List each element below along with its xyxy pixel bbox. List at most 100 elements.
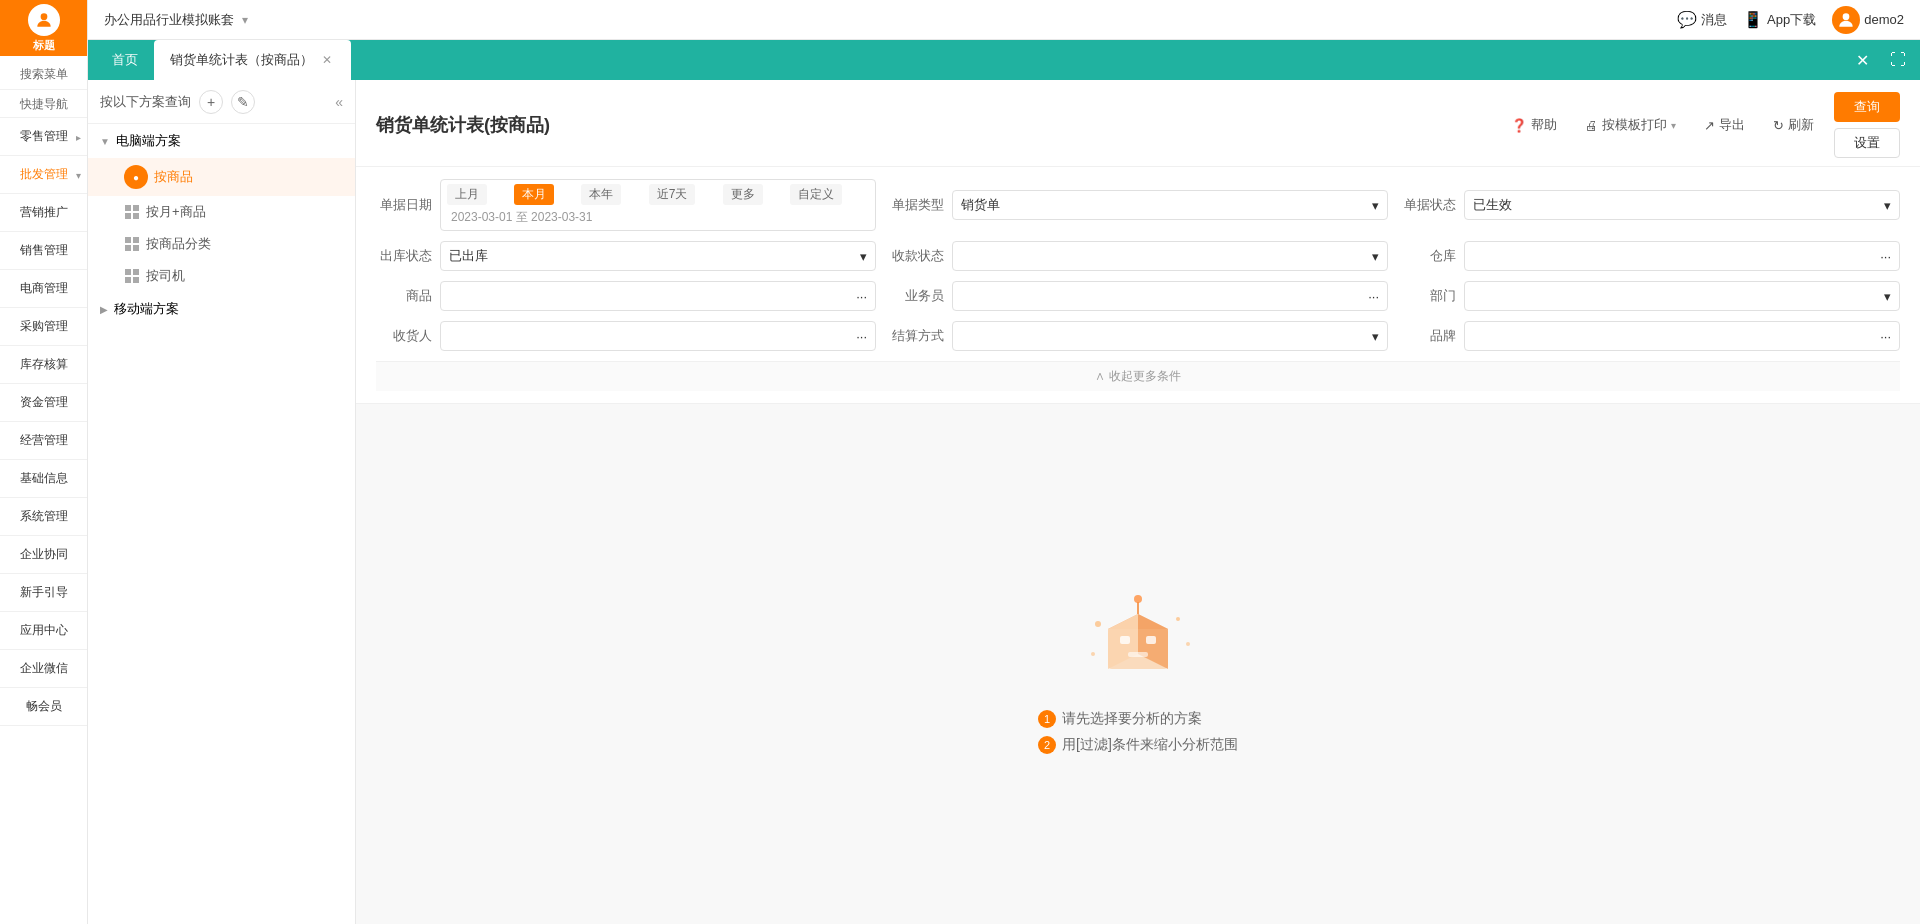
brand-input[interactable]: ··· <box>1464 321 1900 351</box>
date-this-year[interactable]: 本年 <box>581 184 621 205</box>
dots-icon4: ··· <box>856 329 867 344</box>
tree-mobile-expand-icon: ▶ <box>100 304 108 315</box>
close-window-button[interactable]: ✕ <box>1848 46 1876 74</box>
date-7days[interactable]: 近7天 <box>649 184 696 205</box>
salesman-label: 业务员 <box>888 287 944 305</box>
sidebar-item-purchase[interactable]: 采购管理 <box>0 308 87 346</box>
filter-row-4: 收货人 ··· 结算方式 ▾ 品牌 <box>376 321 1900 351</box>
sidebar-item-inventory[interactable]: 库存核算 <box>0 346 87 384</box>
page-title: 销货单统计表(按商品) <box>376 113 550 137</box>
chevron-down-icon: ▾ <box>1372 198 1379 213</box>
dept-label: 部门 <box>1400 287 1456 305</box>
svg-point-22 <box>1176 617 1180 621</box>
svg-point-24 <box>1091 652 1095 656</box>
help-button[interactable]: ❓ 帮助 <box>1503 112 1565 138</box>
tab-report[interactable]: 销货单统计表（按商品） ✕ <box>154 40 351 80</box>
maximize-window-button[interactable]: ⛶ <box>1884 46 1912 74</box>
tree-mobile-section[interactable]: ▶ 移动端方案 <box>88 292 355 326</box>
sidebar-item-enterprise[interactable]: 企业协同 <box>0 536 87 574</box>
svg-point-21 <box>1095 621 1101 627</box>
page-actions: ❓ 帮助 🖨 按模板打印 ▾ ↗ 导出 ↻ 刷新 <box>1503 92 1900 158</box>
empty-tip-2: 2 用[过滤]条件来缩小分析范围 <box>1038 736 1238 754</box>
sidebar-item-apps[interactable]: 应用中心 <box>0 612 87 650</box>
sidebar-item-search[interactable]: 搜索菜单 <box>0 56 87 90</box>
top-header: 办公用品行业模拟账套 ▾ 💬 消息 📱 App下载 demo2 <box>88 0 1920 40</box>
date-picker[interactable]: 上月 本月 本年 近7天 更多 自定义 2023-03-01 至 2023-03… <box>440 179 876 231</box>
product-input[interactable]: ··· <box>440 281 876 311</box>
tree-pc-section[interactable]: ▼ 电脑端方案 <box>88 124 355 158</box>
payment-status-selector[interactable]: ▾ <box>952 241 1388 271</box>
settlement-input[interactable]: ▾ <box>952 321 1388 351</box>
sidebar-item-member[interactable]: 畅会员 <box>0 688 87 726</box>
consignee-label: 收货人 <box>376 327 432 345</box>
tab-close-icon[interactable]: ✕ <box>319 52 335 68</box>
sidebar-item-quicknav[interactable]: 快捷导航 <box>0 90 87 118</box>
filter-doc-status-item: 单据状态 已生效 ▾ <box>1400 179 1900 231</box>
user-avatar[interactable]: demo2 <box>1832 6 1904 34</box>
scheme-icon-grid2 <box>124 236 140 252</box>
svg-point-23 <box>1186 642 1190 646</box>
filter-row-1: 单据日期 上月 本月 本年 近7天 更多 自定义 2023-03-01 至 20… <box>376 179 1900 231</box>
filter-row-2: 出库状态 已出库 ▾ 收款状态 ▾ 仓库 <box>376 241 1900 271</box>
export-button[interactable]: ↗ 导出 <box>1696 112 1753 138</box>
sidebar-item-wholesale[interactable]: 批发管理 ▾ <box>0 156 87 194</box>
date-label: 单据日期 <box>376 196 432 214</box>
workspace-selector[interactable]: 办公用品行业模拟账套 ▾ <box>104 11 248 29</box>
dept-input[interactable]: ▾ <box>1464 281 1900 311</box>
doc-status-selector[interactable]: 已生效 ▾ <box>1464 190 1900 220</box>
stock-status-selector[interactable]: 已出库 ▾ <box>440 241 876 271</box>
tab-home[interactable]: 首页 <box>96 40 154 80</box>
tree-item-by-product[interactable]: ● 按商品 <box>88 158 355 196</box>
date-this-month[interactable]: 本月 <box>514 184 554 205</box>
settings-button[interactable]: 设置 <box>1834 128 1900 158</box>
left-panel-header: 按以下方案查询 + ✎ « <box>88 80 355 124</box>
message-button[interactable]: 💬 消息 <box>1677 10 1727 29</box>
date-range-text: 2023-03-01 至 2023-03-31 <box>451 209 592 226</box>
salesman-input[interactable]: ··· <box>952 281 1388 311</box>
sidebar-item-guide[interactable]: 新手引导 <box>0 574 87 612</box>
query-button[interactable]: 查询 <box>1834 92 1900 122</box>
add-scheme-button[interactable]: + <box>199 90 223 114</box>
tree-item-by-category[interactable]: 按商品分类 <box>88 228 355 260</box>
consignee-input[interactable]: ··· <box>440 321 876 351</box>
sidebar-item-sales[interactable]: 销售管理 <box>0 232 87 270</box>
sidebar-item-ecommerce[interactable]: 电商管理 <box>0 270 87 308</box>
sidebar-item-system[interactable]: 系统管理 <box>0 498 87 536</box>
chevron-down-icon3: ▾ <box>860 249 867 264</box>
sidebar-item-retail[interactable]: 零售管理 ▸ <box>0 118 87 156</box>
logo-icon <box>28 4 60 36</box>
sidebar-item-finance[interactable]: 资金管理 <box>0 384 87 422</box>
print-button[interactable]: 🖨 按模板打印 ▾ <box>1577 112 1684 138</box>
refresh-button[interactable]: ↻ 刷新 <box>1765 112 1822 138</box>
warehouse-input[interactable]: ··· <box>1464 241 1900 271</box>
dots-icon: ··· <box>1880 249 1891 264</box>
sidebar-item-operation[interactable]: 经营管理 <box>0 422 87 460</box>
product-label: 商品 <box>376 287 432 305</box>
empty-tip-1: 1 请先选择要分析的方案 <box>1038 710 1238 728</box>
date-more[interactable]: 更多 <box>723 184 763 205</box>
collapse-panel-button[interactable]: « <box>335 94 343 110</box>
date-last-month[interactable]: 上月 <box>447 184 487 205</box>
refresh-icon: ↻ <box>1773 118 1784 133</box>
chevron-down-icon4: ▾ <box>1372 249 1379 264</box>
tree-expand-icon: ▼ <box>100 136 110 147</box>
svg-rect-20 <box>1128 652 1148 657</box>
doc-type-selector[interactable]: 销货单 ▾ <box>952 190 1388 220</box>
workspace-name: 办公用品行业模拟账套 <box>104 11 234 29</box>
svg-rect-18 <box>1120 636 1130 644</box>
sidebar-item-marketing[interactable]: 营销推广 <box>0 194 87 232</box>
sidebar: 标题 搜索菜单 快捷导航 零售管理 ▸ 批发管理 ▾ 营销推广 销售管理 电商管… <box>0 0 88 924</box>
workspace-dropdown-icon: ▾ <box>242 13 248 27</box>
collapse-filter-button[interactable]: ∧ 收起更多条件 <box>376 361 1900 391</box>
app-download-button[interactable]: 📱 App下载 <box>1743 10 1816 29</box>
edit-scheme-button[interactable]: ✎ <box>231 90 255 114</box>
content-area: 按以下方案查询 + ✎ « ▼ 电脑端方案 ● 按商品 <box>88 80 1920 924</box>
print-dropdown-icon: ▾ <box>1671 120 1676 131</box>
sidebar-item-basic[interactable]: 基础信息 <box>0 460 87 498</box>
tree-item-by-month-product[interactable]: 按月+商品 <box>88 196 355 228</box>
sidebar-item-wechat[interactable]: 企业微信 <box>0 650 87 688</box>
tree-item-by-driver[interactable]: 按司机 <box>88 260 355 292</box>
chevron-down-icon5: ▾ <box>1884 289 1891 304</box>
filter-doc-type-item: 单据类型 销货单 ▾ <box>888 179 1388 231</box>
date-custom[interactable]: 自定义 <box>790 184 842 205</box>
